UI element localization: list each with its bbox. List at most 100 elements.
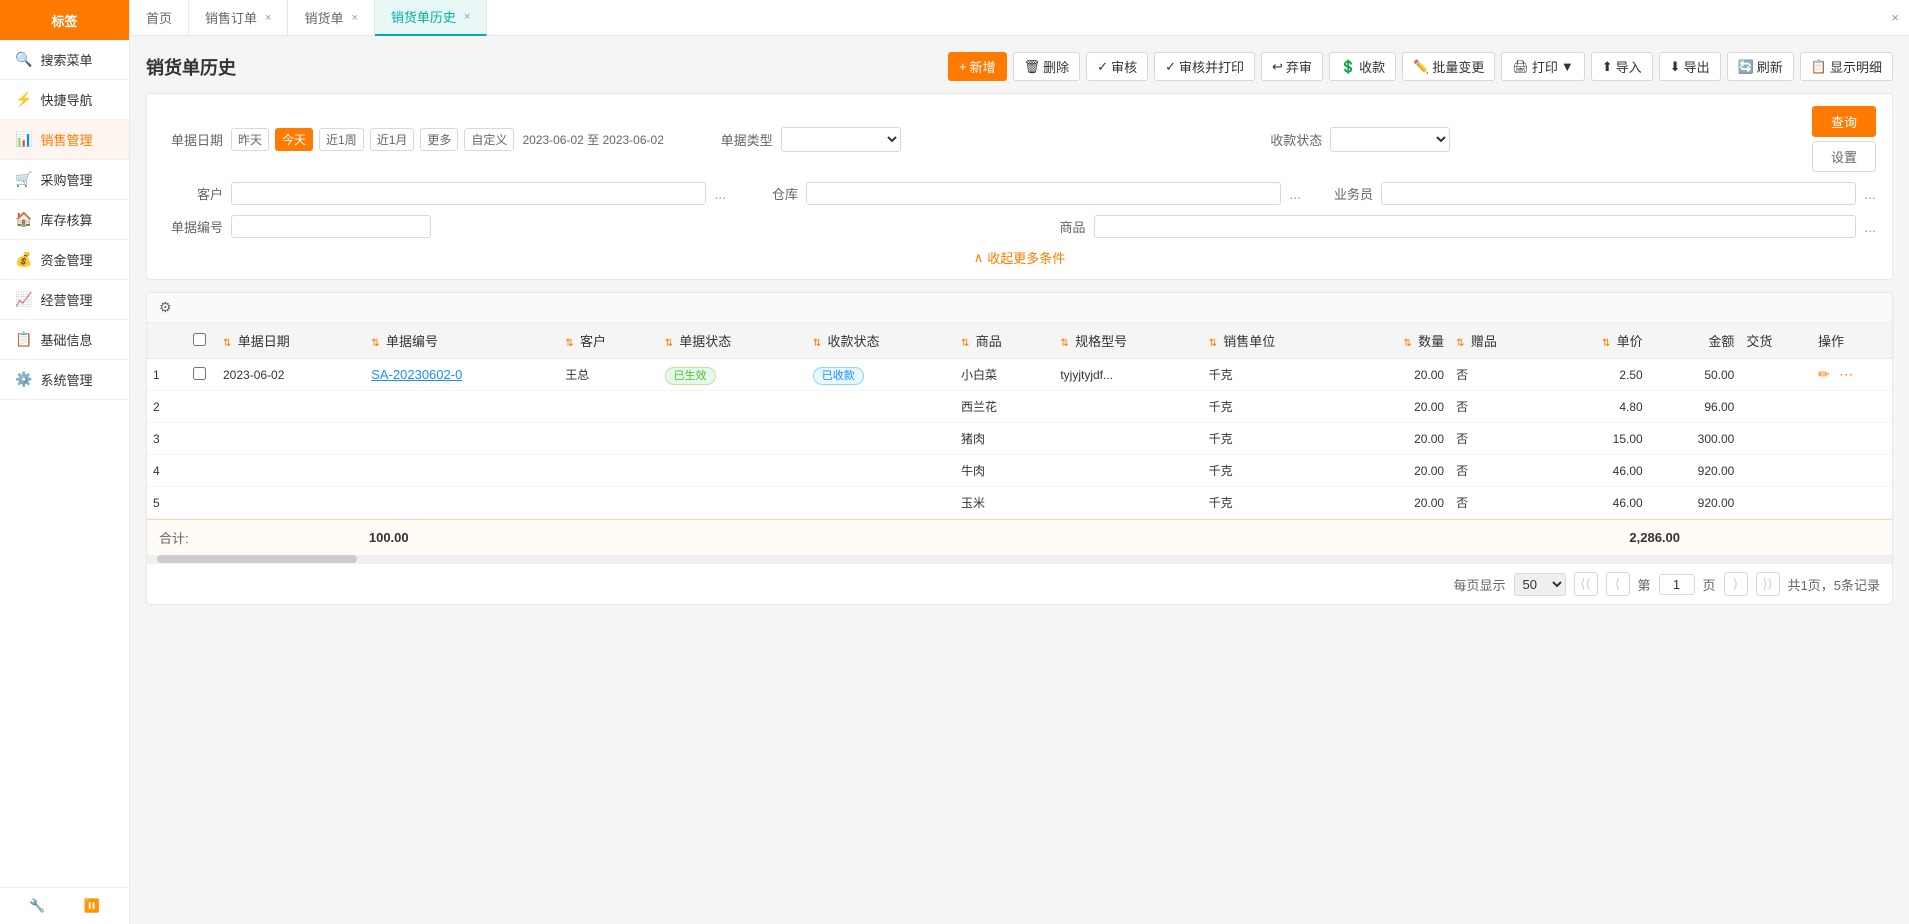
doc-no-input[interactable] <box>231 215 431 238</box>
cell-checkbox <box>187 423 217 455</box>
sidebar-item-inventory[interactable]: 🏠 库存核算 <box>0 200 129 240</box>
sidebar-item-sales-mgmt[interactable]: 📊 销售管理 <box>0 120 129 160</box>
cell-date <box>217 487 365 519</box>
import-icon: ⬆ <box>1602 59 1613 75</box>
col-gift[interactable]: ⇅ 赠品 <box>1450 323 1549 359</box>
col-date[interactable]: ⇅ 单据日期 <box>217 323 365 359</box>
page-size-select[interactable]: 50 20 100 <box>1514 573 1566 596</box>
sidebar-item-search-menu[interactable]: 🔍 搜索菜单 <box>0 40 129 80</box>
month-btn[interactable]: 近1月 <box>370 128 415 151</box>
cell-checkbox <box>187 487 217 519</box>
new-button[interactable]: + 新增 <box>948 52 1007 81</box>
week-btn[interactable]: 近1周 <box>319 128 364 151</box>
sort-goods-icon: ⇅ <box>961 338 969 349</box>
show-detail-button[interactable]: 📋 显示明细 <box>1800 52 1893 81</box>
today-btn[interactable]: 今天 <box>275 128 313 151</box>
col-goods[interactable]: ⇅ 商品 <box>955 323 1054 359</box>
last-page-btn[interactable]: ⟩⟩ <box>1756 572 1780 596</box>
collect-button[interactable]: 💲 收款 <box>1329 52 1396 81</box>
collapse-button[interactable]: ∧ 收起更多条件 <box>163 248 1876 267</box>
tab-bar-close[interactable]: × <box>1881 10 1909 25</box>
more-btn[interactable]: 更多 <box>420 128 458 151</box>
cell-row-num: 1 <box>147 359 187 391</box>
first-page-btn[interactable]: ⟨⟨ <box>1574 572 1598 596</box>
staff-input[interactable] <box>1381 182 1856 205</box>
review-print-button[interactable]: ✓ 审核并打印 <box>1154 52 1255 81</box>
scrollbar-thumb[interactable] <box>157 555 357 563</box>
col-price[interactable]: ⇅ 单价 <box>1549 323 1648 359</box>
refresh-button[interactable]: 🔄 刷新 <box>1727 52 1794 81</box>
staff-dots[interactable]: ... <box>1864 186 1876 202</box>
delete-label: 删除 <box>1043 57 1069 76</box>
batch-change-button[interactable]: ✏️ 批量变更 <box>1402 52 1495 81</box>
staff-label: 业务员 <box>1313 184 1373 203</box>
tab-sales-delivery[interactable]: 销货单 × <box>288 0 374 36</box>
tab-sales-delivery-close[interactable]: × <box>351 12 357 24</box>
edit-action[interactable]: ✏ <box>1818 366 1830 382</box>
export-button[interactable]: ⬇ 导出 <box>1659 52 1721 81</box>
setting-button[interactable]: 设置 <box>1812 141 1876 172</box>
yesterday-btn[interactable]: 昨天 <box>231 128 269 151</box>
row-checkbox[interactable] <box>193 367 206 380</box>
warehouse-input[interactable] <box>806 182 1281 205</box>
import-button[interactable]: ⬆ 导入 <box>1591 52 1653 81</box>
prev-page-btn[interactable]: ⟨ <box>1606 572 1630 596</box>
sidebar-item-operations[interactable]: 📈 经营管理 <box>0 280 129 320</box>
col-customer[interactable]: ⇅ 客户 <box>559 323 658 359</box>
review-button[interactable]: ✓ 审核 <box>1086 52 1148 81</box>
cell-goods: 牛肉 <box>955 455 1054 487</box>
col-spec[interactable]: ⇅ 规格型号 <box>1054 323 1202 359</box>
tab-sales-history-close[interactable]: × <box>464 11 470 23</box>
col-doc-status[interactable]: ⇅ 单据状态 <box>659 323 807 359</box>
cell-customer <box>559 455 658 487</box>
sidebar-item-quick-nav[interactable]: ⚡ 快捷导航 <box>0 80 129 120</box>
tab-sales-order[interactable]: 销售订单 × <box>189 0 288 36</box>
warehouse-dots[interactable]: ... <box>1289 186 1301 202</box>
col-gift-label: 赠品 <box>1471 334 1497 349</box>
goods-input[interactable] <box>1094 215 1857 238</box>
sidebar-item-purchase-mgmt[interactable]: 🛒 采购管理 <box>0 160 129 200</box>
cell-action <box>1812 391 1892 423</box>
print-button[interactable]: 🖨 打印 ▼ <box>1501 52 1584 81</box>
doc-type-select[interactable] <box>781 127 901 152</box>
tab-sales-order-close[interactable]: × <box>265 12 271 24</box>
cell-action <box>1812 455 1892 487</box>
page-input[interactable] <box>1659 574 1695 595</box>
col-doc-no[interactable]: ⇅ 单据编号 <box>365 323 559 359</box>
query-button[interactable]: 查询 <box>1812 106 1876 137</box>
sort-unit-icon: ⇅ <box>1209 338 1217 349</box>
warehouse-filter-group: 仓库 ... <box>738 182 1301 205</box>
cell-price: 2.50 <box>1549 359 1648 391</box>
col-pay-status[interactable]: ⇅ 收款状态 <box>807 323 955 359</box>
cell-gift: 否 <box>1450 423 1549 455</box>
sidebar-item-system[interactable]: ⚙️ 系统管理 <box>0 360 129 400</box>
customer-input[interactable] <box>231 182 706 205</box>
table-settings-icon[interactable]: ⚙ <box>159 299 172 316</box>
pay-status-select[interactable] <box>1330 127 1450 152</box>
next-page-btn[interactable]: ⟩ <box>1724 572 1748 596</box>
more-action[interactable]: ⋯ <box>1839 366 1853 382</box>
cell-row-num: 2 <box>147 391 187 423</box>
scrollbar[interactable] <box>147 555 1892 563</box>
sidebar-settings-icon[interactable]: 🔧 <box>29 898 45 914</box>
show-detail-label: 显示明细 <box>1830 57 1882 76</box>
goods-dots[interactable]: ... <box>1864 219 1876 235</box>
doc-no-link[interactable]: SA-20230602-0 <box>371 367 462 382</box>
cell-amount: 920.00 <box>1649 455 1741 487</box>
tab-sales-history[interactable]: 销货单历史 × <box>375 0 487 36</box>
basics-icon: 📋 <box>15 331 32 348</box>
sidebar-item-finance[interactable]: 💰 资金管理 <box>0 240 129 280</box>
sidebar-item-basics[interactable]: 📋 基础信息 <box>0 320 129 360</box>
col-qty[interactable]: ⇅ 数量 <box>1351 323 1450 359</box>
cell-gift: 否 <box>1450 487 1549 519</box>
abandon-button[interactable]: ↩ 弃审 <box>1261 52 1323 81</box>
col-unit[interactable]: ⇅ 销售单位 <box>1203 323 1351 359</box>
customer-dots[interactable]: ... <box>714 186 726 202</box>
sidebar-collapse-icon[interactable]: ⏸️ <box>84 898 100 914</box>
custom-btn[interactable]: 自定义 <box>464 128 514 151</box>
delete-button[interactable]: 🗑 删除 <box>1013 52 1081 81</box>
tab-home[interactable]: 首页 <box>130 0 189 36</box>
total-label: 合计: <box>159 528 189 547</box>
col-unit-label: 销售单位 <box>1223 334 1275 349</box>
select-all-checkbox[interactable] <box>193 333 206 346</box>
